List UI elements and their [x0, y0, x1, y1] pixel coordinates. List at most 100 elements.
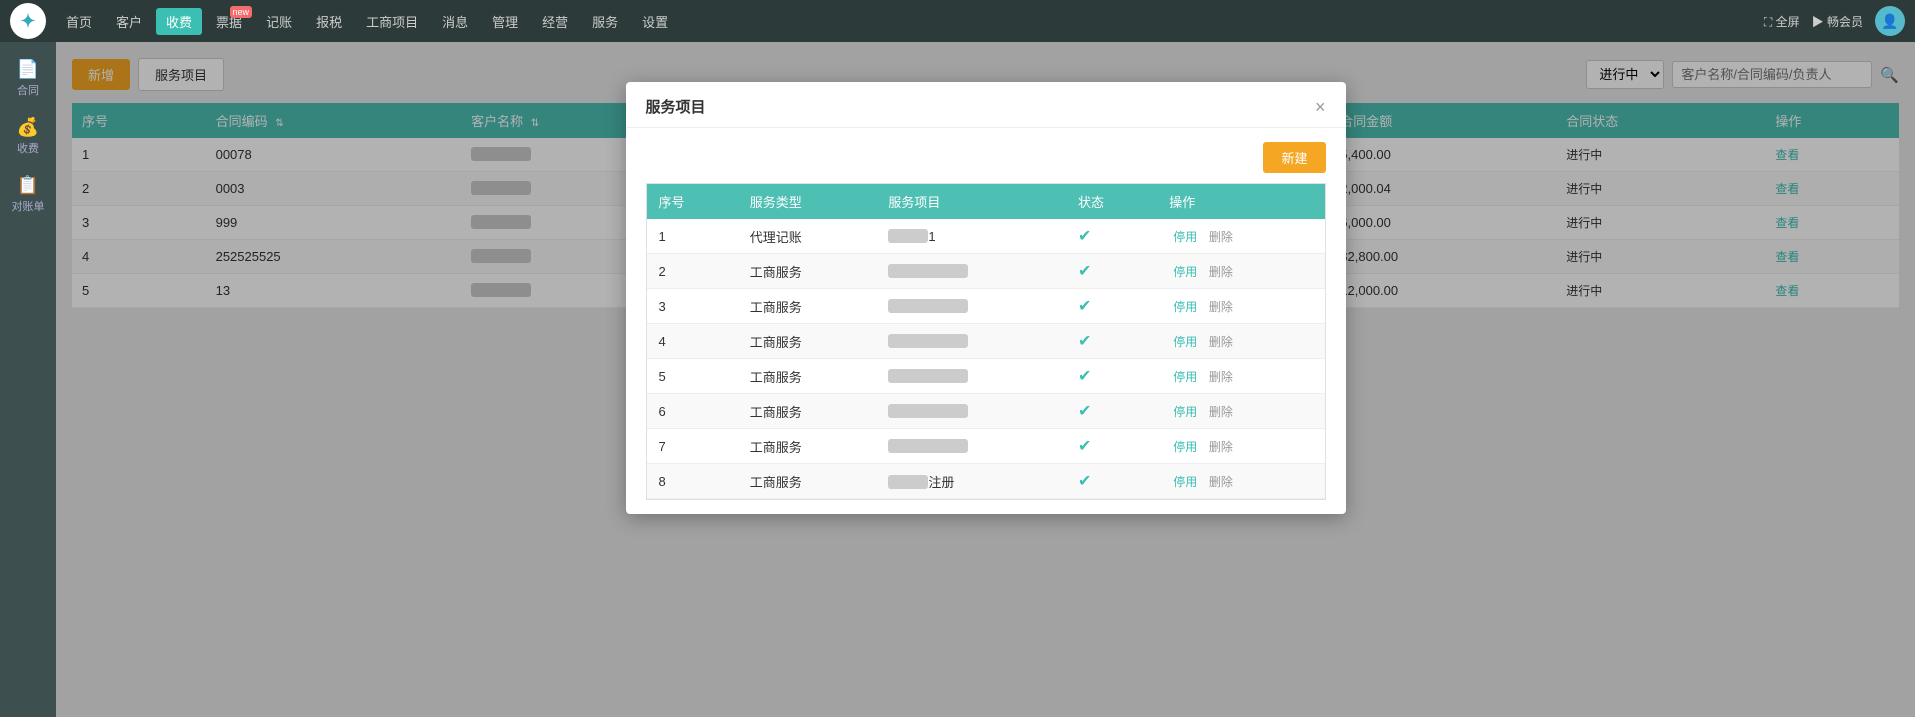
nav-right-area: ⛶ 全屏 ▶ 畅会员 👤: [1764, 6, 1905, 36]
delete-button[interactable]: 删除: [1205, 368, 1237, 385]
modal-cell-item: [876, 429, 1066, 464]
sidebar-item-fee[interactable]: 💰 收费: [3, 110, 53, 164]
delete-button[interactable]: 删除: [1205, 438, 1237, 455]
status-check-icon: ✔: [1078, 368, 1091, 385]
nav-service[interactable]: 服务: [582, 8, 628, 35]
modal-cell-action: 停用 删除: [1157, 359, 1324, 394]
nav-home[interactable]: 首页: [56, 8, 102, 35]
main-layout: 📄 合同 💰 收费 📋 对账单 新增 服务项目 进行中 已结束 全部 🔍: [0, 42, 1915, 717]
nav-invoice[interactable]: 票据 new: [206, 8, 252, 35]
modal-cell-seq: 1: [647, 219, 738, 254]
modal-cell-seq: 5: [647, 359, 738, 394]
modal-cell-status: ✔: [1066, 429, 1157, 464]
status-check-icon: ✔: [1078, 263, 1091, 280]
stop-button[interactable]: 停用: [1169, 403, 1201, 420]
modal-cell-seq: 3: [647, 289, 738, 324]
modal-cell-seq: 2: [647, 254, 738, 289]
status-check-icon: ✔: [1078, 473, 1091, 490]
modal-table-row: 8 工商服务 注册 ✔ 停用 删除: [647, 464, 1325, 499]
modal-cell-type: 工商服务: [738, 254, 877, 289]
modal-table-wrap[interactable]: 序号 服务类型 服务项目 状态 操作 1 代理记账 1 ✔ 停用: [646, 183, 1326, 500]
modal-table-row: 1 代理记账 1 ✔ 停用 删除: [647, 219, 1325, 254]
modal-overlay[interactable]: 服务项目 × 新建 序号 服务类型 服务项目: [56, 42, 1915, 717]
delete-button[interactable]: 删除: [1205, 263, 1237, 280]
modal-table-row: 3 工商服务 ✔ 停用 删除: [647, 289, 1325, 324]
nav-fee[interactable]: 收费: [156, 8, 202, 35]
modal-new-button[interactable]: 新建: [1263, 142, 1325, 173]
service-items-modal: 服务项目 × 新建 序号 服务类型 服务项目: [626, 82, 1346, 514]
modal-cell-seq: 4: [647, 324, 738, 359]
modal-table-row: 4 工商服务 ✔ 停用 删除: [647, 324, 1325, 359]
modal-table-row: 7 工商服务 ✔ 停用 删除: [647, 429, 1325, 464]
modal-cell-status: ✔: [1066, 289, 1157, 324]
modal-cell-action: 停用 删除: [1157, 324, 1324, 359]
modal-close-button[interactable]: ×: [1315, 98, 1326, 116]
modal-cell-type: 工商服务: [738, 359, 877, 394]
modal-cell-seq: 6: [647, 394, 738, 429]
modal-cell-status: ✔: [1066, 464, 1157, 499]
modal-cell-action: 停用 删除: [1157, 254, 1324, 289]
modal-cell-type: 代理记账: [738, 219, 877, 254]
modal-cell-action: 停用 删除: [1157, 289, 1324, 324]
sidebar-item-label-contract: 合同: [17, 82, 39, 98]
top-navigation: ✦ 首页 客户 收费 票据 new 记账 报税 工商项目 消息 管理 经营 服务…: [0, 0, 1915, 42]
modal-cell-seq: 7: [647, 429, 738, 464]
modal-col-action: 操作: [1157, 184, 1324, 219]
sidebar-item-contract[interactable]: 📄 合同: [3, 52, 53, 106]
sidebar: 📄 合同 💰 收费 📋 对账单: [0, 42, 56, 717]
nav-message[interactable]: 消息: [432, 8, 478, 35]
nav-operation[interactable]: 经营: [532, 8, 578, 35]
modal-cell-action: 停用 删除: [1157, 394, 1324, 429]
modal-header: 服务项目 ×: [626, 82, 1346, 128]
nav-client[interactable]: 客户: [106, 8, 152, 35]
fullscreen-btn[interactable]: ⛶ 全屏: [1764, 13, 1800, 30]
delete-button[interactable]: 删除: [1205, 298, 1237, 315]
stop-button[interactable]: 停用: [1169, 298, 1201, 315]
content-area: 新增 服务项目 进行中 已结束 全部 🔍 序号 合同编码 ⇅ 客户名称 ⇅ 服务…: [56, 42, 1915, 717]
nav-menu: 首页 客户 收费 票据 new 记账 报税 工商项目 消息 管理 经营 服务 设…: [56, 8, 1764, 35]
stop-button[interactable]: 停用: [1169, 333, 1201, 350]
contract-icon: 📄: [17, 60, 39, 78]
delete-button[interactable]: 删除: [1205, 403, 1237, 420]
nav-tax[interactable]: 报税: [306, 8, 352, 35]
modal-cell-action: 停用 删除: [1157, 464, 1324, 499]
delete-button[interactable]: 删除: [1205, 333, 1237, 350]
status-check-icon: ✔: [1078, 333, 1091, 350]
modal-table-row: 2 工商服务 ✔ 停用 删除: [647, 254, 1325, 289]
modal-col-seq: 序号: [647, 184, 738, 219]
nav-manage[interactable]: 管理: [482, 8, 528, 35]
nav-bookkeeping[interactable]: 记账: [256, 8, 302, 35]
modal-table-row: 6 工商服务 ✔ 停用 删除: [647, 394, 1325, 429]
stop-button[interactable]: 停用: [1169, 368, 1201, 385]
modal-cell-item: 1: [876, 219, 1066, 254]
modal-cell-item: [876, 254, 1066, 289]
nav-settings[interactable]: 设置: [632, 8, 678, 35]
nav-business[interactable]: 工商项目: [356, 8, 428, 35]
modal-cell-status: ✔: [1066, 324, 1157, 359]
modal-cell-action: 停用 删除: [1157, 219, 1324, 254]
sidebar-item-label-fee: 收费: [17, 140, 39, 156]
delete-button[interactable]: 删除: [1205, 228, 1237, 245]
modal-col-type: 服务类型: [738, 184, 877, 219]
modal-cell-status: ✔: [1066, 359, 1157, 394]
sidebar-item-statement[interactable]: 📋 对账单: [3, 168, 53, 222]
modal-cell-type: 工商服务: [738, 324, 877, 359]
delete-button[interactable]: 删除: [1205, 473, 1237, 490]
sidebar-item-label-statement: 对账单: [12, 198, 45, 214]
modal-col-status: 状态: [1066, 184, 1157, 219]
modal-cell-item: [876, 289, 1066, 324]
modal-cell-status: ✔: [1066, 254, 1157, 289]
stop-button[interactable]: 停用: [1169, 263, 1201, 280]
stop-button[interactable]: 停用: [1169, 438, 1201, 455]
user-avatar[interactable]: 👤: [1875, 6, 1905, 36]
member-btn[interactable]: ▶ 畅会员: [1812, 13, 1863, 30]
fee-icon: 💰: [17, 118, 39, 136]
status-check-icon: ✔: [1078, 403, 1091, 420]
stop-button[interactable]: 停用: [1169, 473, 1201, 490]
app-logo: ✦: [10, 3, 46, 39]
modal-cell-action: 停用 删除: [1157, 429, 1324, 464]
modal-cell-type: 工商服务: [738, 289, 877, 324]
modal-cell-item: 注册: [876, 464, 1066, 499]
statement-icon: 📋: [17, 176, 39, 194]
stop-button[interactable]: 停用: [1169, 228, 1201, 245]
